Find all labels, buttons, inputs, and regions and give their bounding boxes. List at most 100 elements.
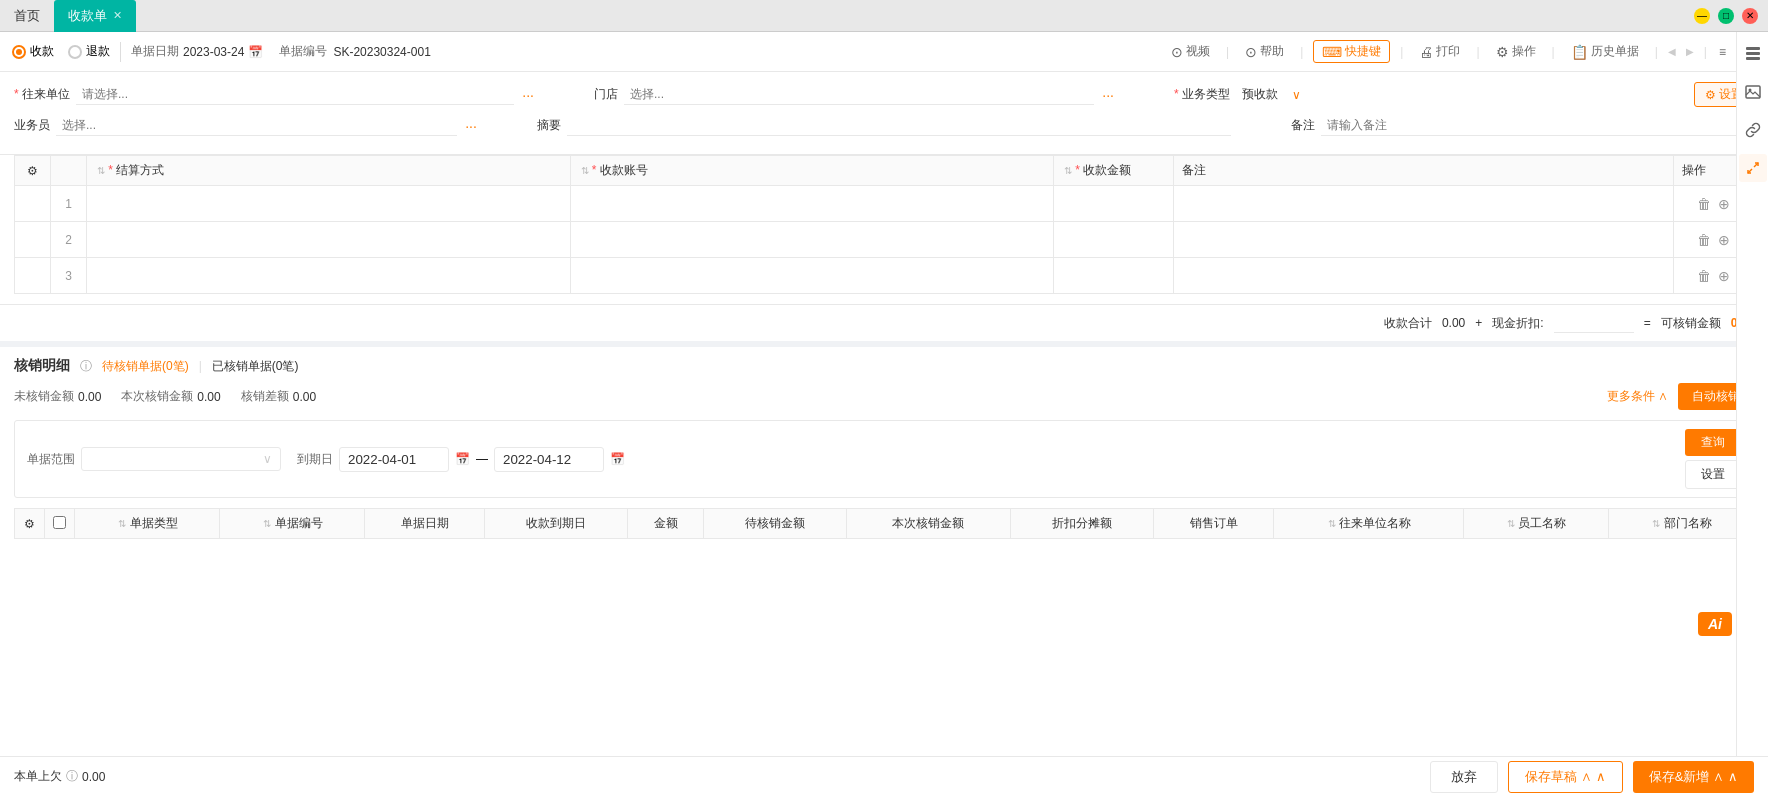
save-draft-button[interactable]: 保存草稿 ∧ ∧	[1508, 761, 1623, 793]
receipt-refund-toggle: 收款 退款	[12, 43, 110, 60]
table-row: 1 🗑 ⊕	[15, 186, 1754, 222]
row1-gear	[15, 186, 51, 222]
plus-sign: +	[1475, 316, 1482, 330]
help-btn[interactable]: ⊙ 帮助	[1239, 41, 1290, 62]
bt-discount-header: 折扣分摊额	[1011, 509, 1154, 539]
sidebar-expand-icon[interactable]	[1739, 154, 1767, 182]
table-row: 3 🗑 ⊕	[15, 258, 1754, 294]
row3-settlement[interactable]	[87, 258, 571, 294]
discount-input[interactable]	[1554, 313, 1634, 333]
verify-info-icon[interactable]: ⓘ	[80, 358, 92, 375]
diff-value: 0.00	[293, 390, 316, 404]
tab-home-label: 首页	[14, 7, 40, 25]
row1-remark[interactable]	[1174, 186, 1674, 222]
salesperson-input[interactable]	[56, 115, 457, 136]
account-label: 收款账号	[592, 163, 648, 177]
right-arrow-icon[interactable]: ▶	[1686, 46, 1694, 57]
calendar-icon[interactable]: 📅	[248, 45, 263, 59]
bt-gear-header[interactable]: ⚙	[15, 509, 45, 539]
verified-tab[interactable]: 已核销单据(0笔)	[212, 358, 299, 375]
pending-tab[interactable]: 待核销单据(0笔)	[102, 358, 189, 375]
video-btn[interactable]: ⊙ 视频	[1165, 41, 1216, 62]
sidebar-image-icon[interactable]	[1739, 78, 1767, 106]
sidebar-table-icon[interactable]	[1739, 40, 1767, 68]
doc-num-label: 单据编号	[279, 43, 327, 60]
settlement-label: 结算方式	[108, 163, 164, 177]
refund-radio[interactable]: 退款	[68, 43, 110, 60]
verify-stats: 未核销金额 0.00 本次核销金额 0.00 核销差额 0.00 更多条件 ∧ …	[14, 383, 1754, 410]
remark-input[interactable]	[1321, 115, 1754, 136]
row1-copy-icon[interactable]: ⊕	[1718, 196, 1730, 212]
total-label: 收款合计	[1384, 315, 1432, 332]
shortcut-btn[interactable]: ⌨ 快捷键	[1313, 40, 1390, 63]
maximize-button[interactable]: □	[1718, 8, 1734, 24]
row2-remark[interactable]	[1174, 222, 1674, 258]
row2-copy-icon[interactable]: ⊕	[1718, 232, 1730, 248]
current-label: 本单上欠	[14, 768, 62, 785]
row1-amount[interactable]	[1054, 186, 1174, 222]
store-more-icon[interactable]: ···	[1102, 87, 1114, 103]
bt-docdate-header: 单据日期	[365, 509, 485, 539]
table-num-header	[51, 156, 87, 186]
close-tab-icon[interactable]: ✕	[113, 9, 122, 22]
print-btn[interactable]: 🖨 打印	[1413, 41, 1466, 62]
select-all-checkbox[interactable]	[53, 516, 66, 529]
store-field: 门店 ···	[594, 84, 1114, 105]
counterpart-input[interactable]	[76, 84, 514, 105]
salesperson-more-icon[interactable]: ···	[465, 118, 477, 134]
sidebar-link-icon[interactable]	[1739, 116, 1767, 144]
diff-label: 核销差额	[241, 388, 289, 405]
row2-delete-icon[interactable]: 🗑	[1697, 232, 1711, 248]
window-controls: — □ ✕	[1694, 8, 1768, 24]
row3-amount[interactable]	[1054, 258, 1174, 294]
row2-amount[interactable]	[1054, 222, 1174, 258]
minimize-button[interactable]: —	[1694, 8, 1710, 24]
row2-settlement[interactable]	[87, 222, 571, 258]
video-label: 视频	[1186, 43, 1210, 60]
history-btn[interactable]: 📋 历史单据	[1565, 41, 1645, 62]
row3-remark[interactable]	[1174, 258, 1674, 294]
close-button[interactable]: ✕	[1742, 8, 1758, 24]
row1-delete-icon[interactable]: 🗑	[1697, 196, 1711, 212]
row2-account[interactable]	[570, 222, 1054, 258]
ai-badge[interactable]: Ai	[1698, 612, 1732, 636]
list-view-btn[interactable]: ≡	[1717, 43, 1728, 61]
summary-input[interactable]	[567, 115, 1231, 136]
save-new-button[interactable]: 保存&新增 ∧ ∧	[1633, 761, 1754, 793]
bt-employee-header: ⇅ 员工名称	[1463, 509, 1608, 539]
current-verify-label: 本次核销金额	[121, 388, 193, 405]
more-filter-btn[interactable]: 更多条件 ∧	[1607, 388, 1668, 405]
range-select[interactable]: ∨	[81, 447, 281, 471]
footer-info-icon[interactable]: ⓘ	[66, 768, 78, 785]
calendar-from-icon[interactable]: 📅	[455, 452, 470, 466]
date-label: 单据日期	[131, 43, 179, 60]
row1-account[interactable]	[570, 186, 1054, 222]
row3-copy-icon[interactable]: ⊕	[1718, 268, 1730, 284]
row1-num: 1	[51, 186, 87, 222]
calendar-to-icon[interactable]: 📅	[610, 452, 625, 466]
receipt-radio[interactable]: 收款	[12, 43, 54, 60]
date-from-input[interactable]	[339, 447, 449, 472]
tab-home[interactable]: 首页	[0, 0, 54, 32]
filter-settings-button[interactable]: 设置	[1685, 460, 1741, 489]
receipts-table: ⚙ ⇅ 结算方式 ⇅ 收款账号 ⇅ 收款金额 备注 操作	[14, 155, 1754, 294]
store-input[interactable]	[624, 84, 1094, 105]
salesperson-field: 业务员 ···	[14, 115, 477, 136]
table-gear-header[interactable]: ⚙	[15, 156, 51, 186]
row3-delete-icon[interactable]: 🗑	[1697, 268, 1711, 284]
row1-settlement[interactable]	[87, 186, 571, 222]
counterpart-more-icon[interactable]: ···	[522, 87, 534, 103]
date-to-input[interactable]	[494, 447, 604, 472]
abandon-button[interactable]: 放弃	[1430, 761, 1498, 793]
row3-account[interactable]	[570, 258, 1054, 294]
query-button[interactable]: 查询	[1685, 429, 1741, 456]
table-account-header: ⇅ 收款账号	[570, 156, 1054, 186]
counterpart-label: 往来单位	[14, 86, 70, 103]
tab-receipt[interactable]: 收款单 ✕	[54, 0, 136, 32]
help-icon: ⊙	[1245, 44, 1257, 60]
operation-btn[interactable]: ⚙ 操作	[1490, 41, 1542, 62]
business-type-dropdown-icon[interactable]: ∨	[1292, 88, 1301, 102]
left-arrow-icon[interactable]: ◀	[1668, 46, 1676, 57]
bt-check-header[interactable]	[45, 509, 75, 539]
salesperson-label: 业务员	[14, 117, 50, 134]
